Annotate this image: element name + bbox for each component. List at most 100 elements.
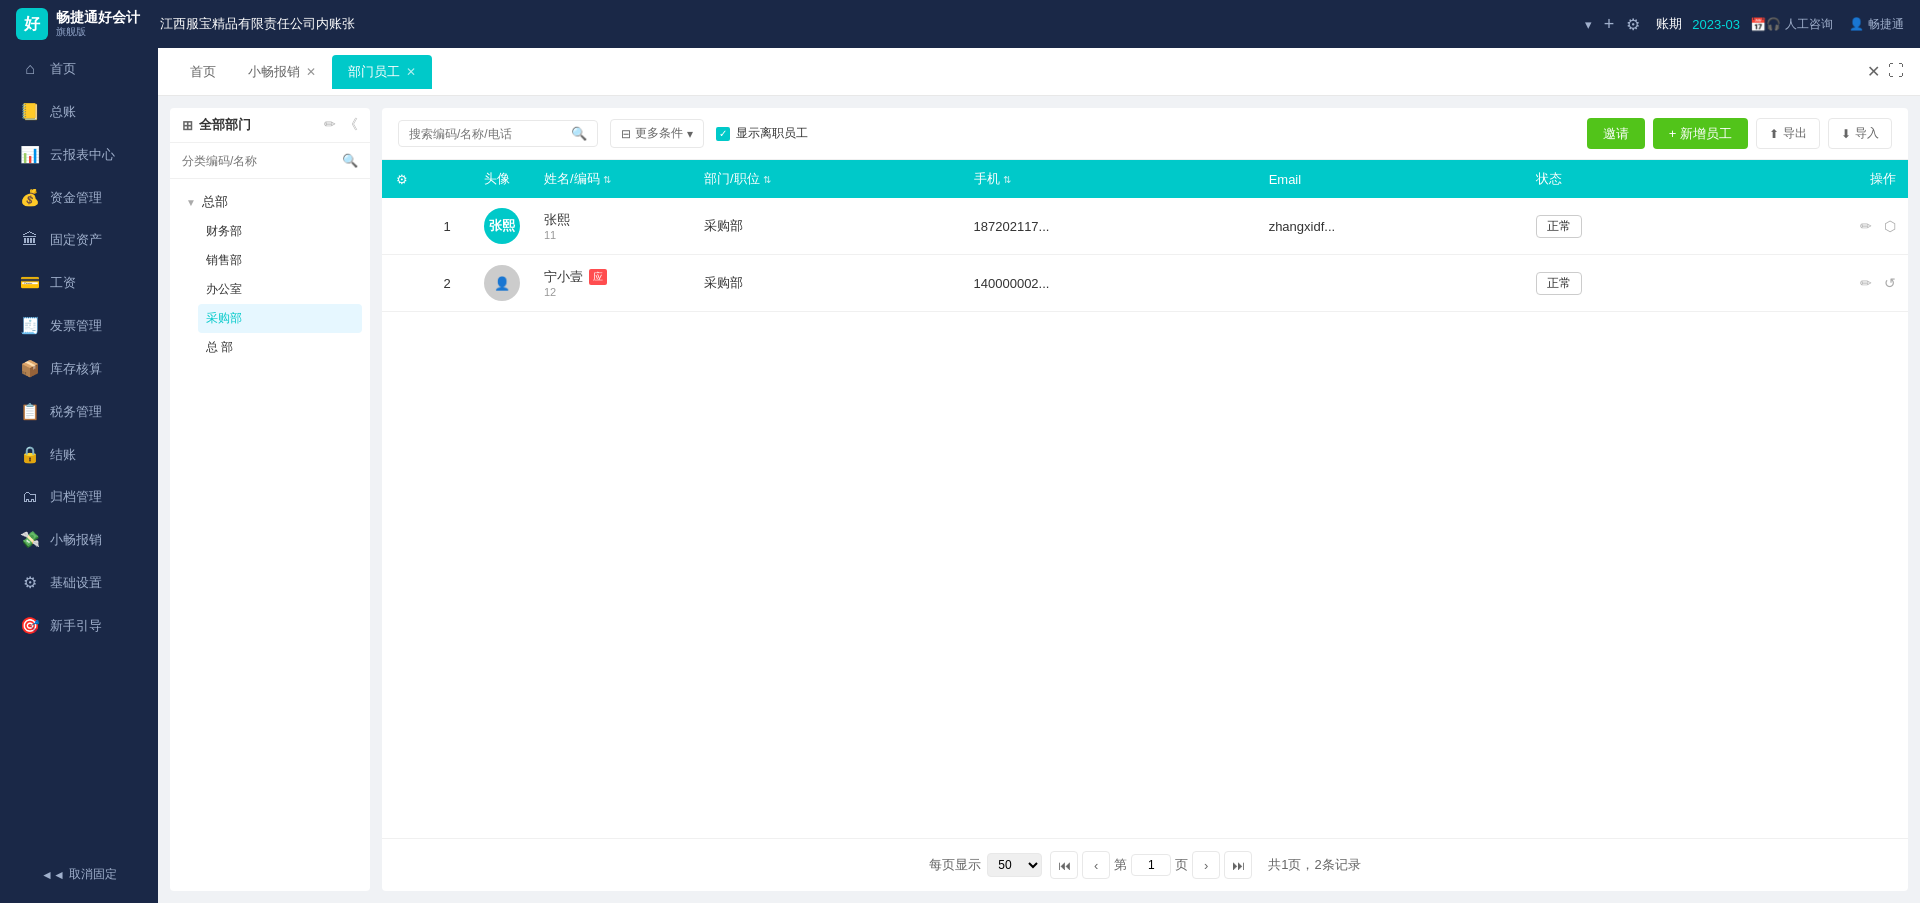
last-page-btn[interactable]: ⏭ xyxy=(1224,851,1252,879)
sidebar-item-home[interactable]: ⌂ 首页 xyxy=(0,48,158,90)
col-dept: 采购部 xyxy=(692,198,962,255)
avatar: 👤 xyxy=(484,265,520,301)
col-status: 正常 xyxy=(1524,198,1731,255)
sidebar-item-label-close-account: 结账 xyxy=(50,446,76,464)
tab-bar: 首页 小畅报销 ✕ 部门员工 ✕ ✕ ⛶ xyxy=(158,48,1920,96)
all-dept-label: 全部部门 xyxy=(199,116,251,134)
dept-item-office[interactable]: 办公室 xyxy=(198,275,362,304)
col-num: 1 xyxy=(422,198,472,255)
settings-icon[interactable]: ⚙ xyxy=(1626,15,1640,34)
employee-search-icon[interactable]: 🔍 xyxy=(571,126,587,141)
sidebar-item-label-fixed-assets: 固定资产 xyxy=(50,231,102,249)
dept-item-purchase[interactable]: 采购部 xyxy=(198,304,362,333)
period-label: 账期 xyxy=(1656,15,1682,33)
window-expand-icon[interactable]: ⛶ xyxy=(1888,62,1904,81)
basic-settings-icon: ⚙ xyxy=(20,573,40,592)
dept-search-box: 🔍 xyxy=(170,143,370,179)
collapse-icon[interactable]: 《 xyxy=(344,116,358,134)
table-row: 1 张熙 张熙 11 采购部 187202117... zhangxidf...… xyxy=(382,198,1908,255)
sidebar-item-label-guide: 新手引导 xyxy=(50,617,102,635)
next-page-btn[interactable]: › xyxy=(1192,851,1220,879)
col-name-header[interactable]: 姓名/编码 ⇅ xyxy=(532,160,692,198)
home-icon: ⌂ xyxy=(20,60,40,78)
cancel-pin-btn[interactable]: ◄◄ 取消固定 xyxy=(0,866,158,883)
calendar-icon[interactable]: 📅 xyxy=(1750,17,1766,32)
employee-table: ⚙ 头像 姓名/编码 ⇅ 部门/职位 xyxy=(382,160,1908,312)
fund-mgmt-icon: 💰 xyxy=(20,188,40,207)
export-btn[interactable]: ⬆ 导出 xyxy=(1756,118,1820,149)
invite-btn[interactable]: 邀请 xyxy=(1587,118,1645,149)
page-number-input[interactable] xyxy=(1131,854,1171,876)
sidebar-item-guide[interactable]: 🎯 新手引导 xyxy=(0,604,158,647)
col-name: 宁小壹 应 12 xyxy=(532,255,692,312)
dept-item-general[interactable]: 总 部 xyxy=(198,333,362,362)
employee-search-input[interactable] xyxy=(409,127,565,141)
tab-dept-employee[interactable]: 部门员工 ✕ xyxy=(332,55,432,89)
logout-icon[interactable]: ⬡ xyxy=(1884,218,1896,234)
edit-icon[interactable]: ✏ xyxy=(1860,275,1872,291)
tab-dept-close[interactable]: ✕ xyxy=(406,65,416,79)
col-action: ✏ ⬡ xyxy=(1731,198,1908,255)
logo-text: 畅捷通好会计 xyxy=(56,9,140,26)
sidebar-item-report-center[interactable]: 📊 云报表中心 xyxy=(0,133,158,176)
prev-page-btn[interactable]: ‹ xyxy=(1082,851,1110,879)
tab-expense[interactable]: 小畅报销 ✕ xyxy=(232,55,332,89)
sidebar-item-general-ledger[interactable]: 📒 总账 xyxy=(0,90,158,133)
headset-icon: 🎧 xyxy=(1766,17,1781,31)
show-resigned-checkbox[interactable]: ✓ 显示离职员工 xyxy=(716,125,808,142)
col-name: 张熙 11 xyxy=(532,198,692,255)
first-page-btn[interactable]: ⏮ xyxy=(1050,851,1078,879)
sidebar-item-label-report-center: 云报表中心 xyxy=(50,146,115,164)
add-employee-btn[interactable]: + 新增员工 xyxy=(1653,118,1748,149)
edit-dept-icon[interactable]: ✏ xyxy=(324,116,336,134)
col-avatar: 张熙 xyxy=(472,198,532,255)
tab-home[interactable]: 首页 xyxy=(174,55,232,89)
sidebar-item-close-account[interactable]: 🔒 结账 xyxy=(0,433,158,476)
sidebar-item-inventory[interactable]: 📦 库存核算 xyxy=(0,347,158,390)
col-settings-header[interactable]: ⚙ xyxy=(382,160,422,198)
sidebar-item-fixed-assets[interactable]: 🏛 固定资产 xyxy=(0,219,158,261)
checkbox-icon: ✓ xyxy=(716,127,730,141)
col-phone-header[interactable]: 手机 ⇅ xyxy=(962,160,1257,198)
sidebar-item-label-basic-settings: 基础设置 xyxy=(50,574,102,592)
filter-chevron-icon: ▾ xyxy=(687,127,693,141)
dept-item-head[interactable]: ▼ 总部 xyxy=(178,187,362,217)
dropdown-icon[interactable]: ▾ xyxy=(1585,17,1592,32)
tab-expense-close[interactable]: ✕ xyxy=(306,65,316,79)
guide-icon: 🎯 xyxy=(20,616,40,635)
sidebar-item-payroll[interactable]: 💳 工资 xyxy=(0,261,158,304)
phone-sort-icon: ⇅ xyxy=(1003,174,1011,185)
delete-icon[interactable]: ↺ xyxy=(1884,275,1896,291)
sidebar-item-label-general-ledger: 总账 xyxy=(50,103,76,121)
logo: 好 畅捷通好会计 旗舰版 xyxy=(16,8,140,40)
toolbar: 🔍 ⊟ 更多条件 ▾ ✓ 显示离职员工 邀请 xyxy=(382,108,1908,160)
dept-item-sales[interactable]: 销售部 xyxy=(198,246,362,275)
add-icon[interactable]: + xyxy=(1604,14,1615,35)
inventory-icon: 📦 xyxy=(20,359,40,378)
sidebar-item-tax-mgmt[interactable]: 📋 税务管理 xyxy=(0,390,158,433)
dept-item-finance[interactable]: 财务部 xyxy=(198,217,362,246)
col-num-header xyxy=(422,160,472,198)
col-avatar: 👤 xyxy=(472,255,532,312)
edit-icon[interactable]: ✏ xyxy=(1860,218,1872,234)
user-avatar-btn[interactable]: 👤 畅捷通 xyxy=(1849,16,1904,33)
ai-consult-btn[interactable]: 🎧 人工咨询 xyxy=(1766,16,1833,33)
dept-search-icon[interactable]: 🔍 xyxy=(342,153,358,168)
col-dept-header[interactable]: 部门/职位 ⇅ xyxy=(692,160,962,198)
window-close-icon[interactable]: ✕ xyxy=(1867,62,1880,81)
sidebar-item-invoice-mgmt[interactable]: 🧾 发票管理 xyxy=(0,304,158,347)
dept-search-input[interactable] xyxy=(182,154,336,168)
sidebar-item-basic-settings[interactable]: ⚙ 基础设置 xyxy=(0,561,158,604)
page-size-select[interactable]: 50 20 100 xyxy=(987,853,1042,877)
filter-icon: ⊟ xyxy=(621,127,631,141)
employee-search-bar[interactable]: 🔍 xyxy=(398,120,598,147)
export-icon: ⬆ xyxy=(1769,127,1779,141)
sidebar-item-archive-mgmt[interactable]: 🗂 归档管理 xyxy=(0,476,158,518)
import-btn[interactable]: ⬇ 导入 xyxy=(1828,118,1892,149)
period-value: 2023-03 xyxy=(1692,17,1740,32)
sidebar-item-fund-mgmt[interactable]: 💰 资金管理 xyxy=(0,176,158,219)
col-avatar-header: 头像 xyxy=(472,160,532,198)
sidebar-item-expense[interactable]: 💸 小畅报销 xyxy=(0,518,158,561)
filter-btn[interactable]: ⊟ 更多条件 ▾ xyxy=(610,119,704,148)
import-icon: ⬇ xyxy=(1841,127,1851,141)
